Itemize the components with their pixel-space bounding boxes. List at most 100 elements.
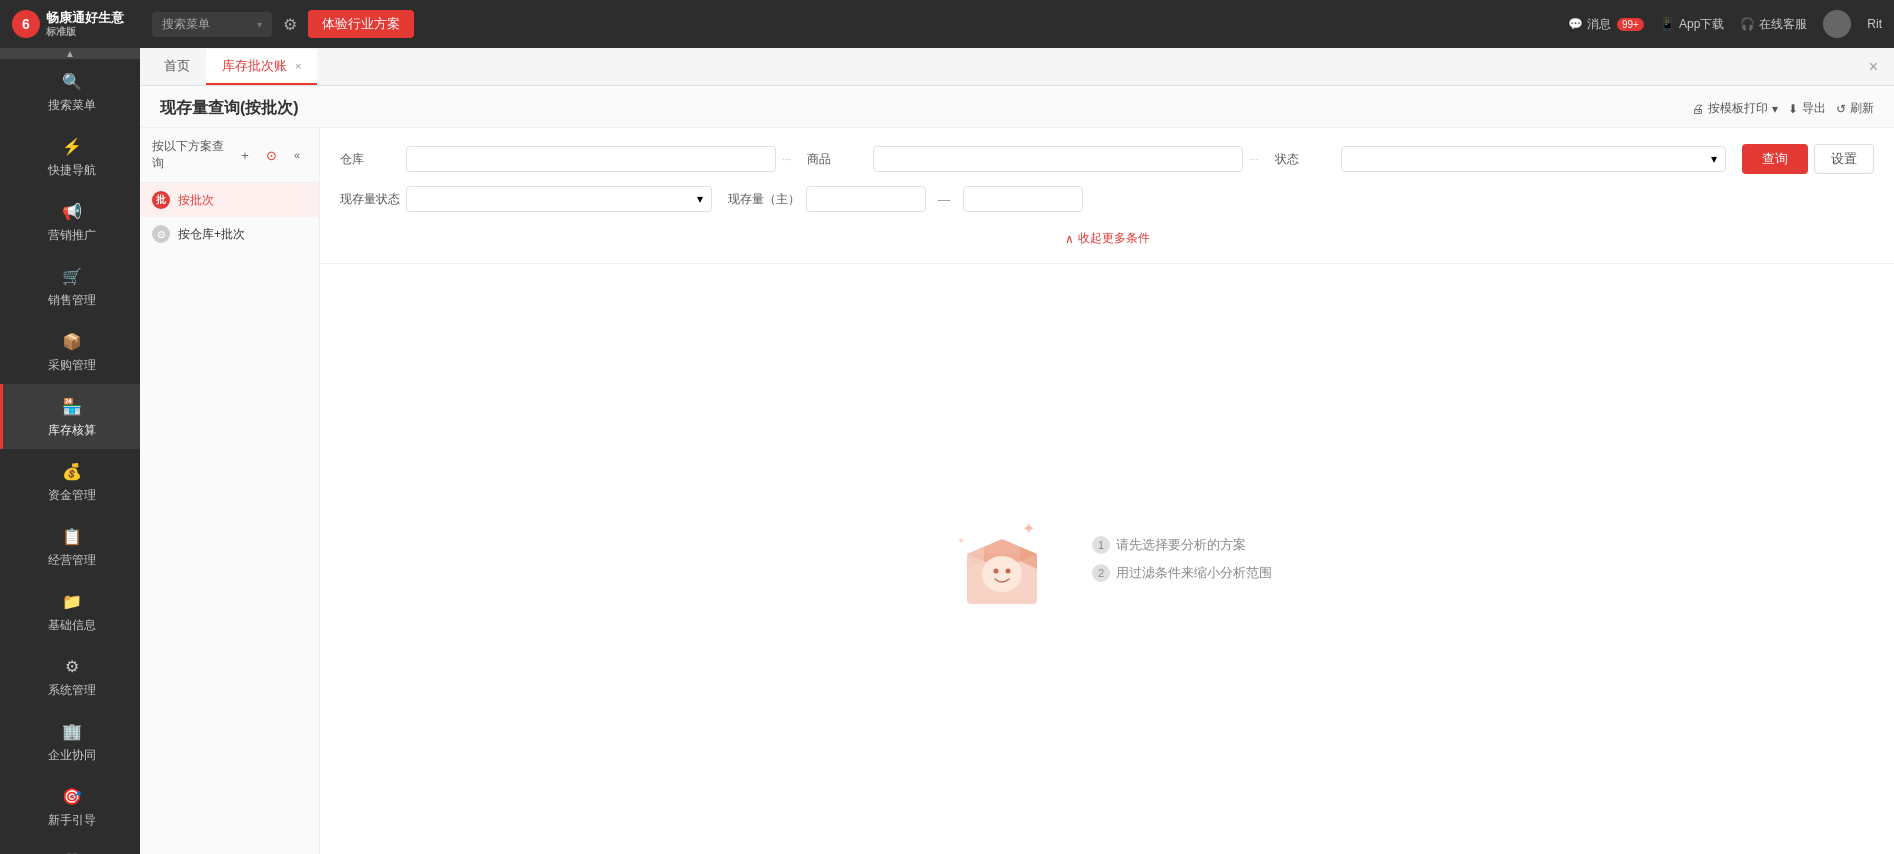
svg-point-5 (994, 569, 999, 574)
sidebar-label-basic: 基础信息 (48, 617, 96, 634)
sidebar-item-app-center[interactable]: 📱 应用中心 (0, 839, 140, 854)
step1-num: 1 (1092, 536, 1110, 554)
sidebar-label-system: 系统管理 (48, 682, 96, 699)
svg-point-4 (982, 556, 1022, 592)
sidebar-item-sales[interactable]: 🛒 销售管理 (0, 254, 140, 319)
user-avatar[interactable] (1823, 10, 1851, 38)
search-menu-box[interactable]: 搜索菜单 ▾ (152, 12, 272, 37)
sidebar-icon-sales: 🛒 (60, 264, 84, 288)
filter-row-2: 现存量状态 ▾ 现存量（主） — (340, 186, 1874, 212)
inventory-amount-label: 现存量（主） (728, 191, 800, 208)
tab-close-icon[interactable]: × (295, 60, 301, 72)
sidebar-icon-newbie: 🎯 (60, 784, 84, 808)
tab-inventory-batch-label: 库存批次账 (222, 57, 287, 75)
inventory-status-filter: 现存量状态 ▾ (340, 186, 712, 212)
content-area: 首页 库存批次账 × × 现存量查询(按批次) 🖨 按模板打印 ▾ (140, 48, 1894, 854)
empty-text: 1 请先选择要分析的方案 2 用过滤条件来缩小分析范围 (1092, 536, 1272, 582)
sidebar-label-newbie: 新手引导 (48, 812, 96, 829)
sidebar-icon-inventory: 🏪 (60, 394, 84, 418)
main-layout: ▲ 🔍 搜索菜单 ⚡ 快捷导航 📢 营销推广 🛒 销售管理 📦 采购管理 🏪 库… (0, 48, 1894, 854)
refresh-btn[interactable]: ↺ 刷新 (1836, 100, 1874, 117)
sidebar-label-purchase: 采购管理 (48, 357, 96, 374)
inventory-status-select[interactable]: ▾ (406, 186, 712, 212)
inventory-amount-to[interactable] (963, 186, 1083, 212)
sidebar-item-finance[interactable]: 💰 资金管理 (0, 449, 140, 514)
sidebar: ▲ 🔍 搜索菜单 ⚡ 快捷导航 📢 营销推广 🛒 销售管理 📦 采购管理 🏪 库… (0, 48, 140, 854)
sidebar-item-search[interactable]: 🔍 搜索菜单 (0, 59, 140, 124)
step1-text: 请先选择要分析的方案 (1116, 536, 1246, 554)
product-more-icon[interactable]: ··· (1249, 153, 1258, 165)
sidebar-label-enterprise: 企业协同 (48, 747, 96, 764)
right-panel: 仓库 ··· 商品 ··· 状态 (320, 128, 1894, 854)
sidebar-item-operations[interactable]: 📋 经营管理 (0, 514, 140, 579)
warehouse-label: 仓库 (340, 151, 400, 168)
warehouse-input[interactable] (406, 146, 776, 172)
print-icon: 🖨 (1692, 102, 1704, 116)
settings-icon-btn[interactable]: ⚙ (280, 14, 300, 34)
product-filter: 商品 ··· (807, 146, 1258, 172)
company-name: 畅康通好生意 (46, 10, 124, 26)
logo-icon: 6 (12, 10, 40, 38)
collapse-left-panel-btn[interactable]: « (287, 145, 307, 165)
inventory-amount-from[interactable] (806, 186, 926, 212)
inventory-amount-dash: — (932, 192, 957, 207)
tab-close-panel-icon[interactable]: × (1861, 58, 1886, 76)
sidebar-label-operations: 经营管理 (48, 552, 96, 569)
print-btn[interactable]: 🖨 按模板打印 ▾ (1692, 100, 1778, 117)
export-btn[interactable]: ⬇ 导出 (1788, 100, 1826, 117)
print-label: 按模板打印 (1708, 100, 1768, 117)
sidebar-item-system[interactable]: ⚙ 系统管理 (0, 644, 140, 709)
sidebar-scroll-up[interactable]: ▲ (0, 48, 140, 59)
message-btn[interactable]: 💬 消息 99+ (1568, 16, 1644, 33)
sidebar-icon-marketing: 📢 (60, 199, 84, 223)
empty-step1: 1 请先选择要分析的方案 (1092, 536, 1272, 554)
sidebar-item-inventory[interactable]: 🏪 库存核算 (0, 384, 140, 449)
filter-actions: 查询 设置 (1742, 144, 1874, 174)
plan-item-plan1[interactable]: 批 按批次 (140, 183, 319, 217)
sidebar-label-sales: 销售管理 (48, 292, 96, 309)
sidebar-item-basic[interactable]: 📁 基础信息 (0, 579, 140, 644)
app-logo: 6 畅康通好生意 标准版 (12, 10, 152, 38)
sidebar-item-newbie[interactable]: 🎯 新手引导 (0, 774, 140, 839)
status-select[interactable]: ▾ (1341, 146, 1726, 172)
experience-btn[interactable]: 体验行业方案 (308, 10, 414, 38)
sidebar-item-marketing[interactable]: 📢 营销推广 (0, 189, 140, 254)
sidebar-item-purchase[interactable]: 📦 采购管理 (0, 319, 140, 384)
filter-area: 仓库 ··· 商品 ··· 状态 (320, 128, 1894, 264)
plan-list: 批 按批次 ⊙ 按仓库+批次 (140, 183, 319, 251)
username-label: Rit (1867, 17, 1882, 31)
product-input[interactable] (873, 146, 1243, 172)
tab-inventory-batch[interactable]: 库存批次账 × (206, 49, 317, 85)
export-icon: ⬇ (1788, 102, 1798, 116)
tab-home[interactable]: 首页 (148, 49, 206, 85)
settings-btn[interactable]: 设置 (1814, 144, 1874, 174)
edition-label: 标准版 (46, 26, 124, 38)
sidebar-item-enterprise[interactable]: 🏢 企业协同 (0, 709, 140, 774)
left-panel-header: 按以下方案查询 + ⊙ « (140, 128, 319, 183)
svg-point-6 (1006, 569, 1011, 574)
left-panel-header-actions: + ⊙ « (235, 145, 307, 165)
inventory-amount-filter: 现存量（主） — (728, 186, 1100, 212)
add-plan-btn[interactable]: + (235, 145, 255, 165)
left-panel: 按以下方案查询 + ⊙ « 批 按批次 ⊙ 按仓库+批次 (140, 128, 320, 854)
plan-settings-btn[interactable]: ⊙ (261, 145, 281, 165)
svg-text:✦: ✦ (957, 535, 965, 546)
sidebar-label-inventory: 库存核算 (48, 422, 96, 439)
query-btn[interactable]: 查询 (1742, 144, 1808, 174)
status-filter: 状态 ▾ (1275, 146, 1726, 172)
refresh-icon: ↺ (1836, 102, 1846, 116)
sidebar-icon-basic: 📁 (60, 589, 84, 613)
message-label: 消息 (1587, 16, 1611, 33)
online-service-label: 在线客服 (1759, 16, 1807, 33)
app-download-btn[interactable]: 📱 App下载 (1660, 16, 1724, 33)
sidebar-item-quick-nav[interactable]: ⚡ 快捷导航 (0, 124, 140, 189)
online-service-btn[interactable]: 🎧 在线客服 (1740, 16, 1807, 33)
collapse-conditions-btn[interactable]: ∧ 收起更多条件 (340, 224, 1874, 247)
filter-row-1: 仓库 ··· 商品 ··· 状态 (340, 144, 1874, 174)
warehouse-more-icon[interactable]: ··· (782, 153, 791, 165)
left-panel-title: 按以下方案查询 (152, 138, 235, 172)
plan-item-plan2[interactable]: ⊙ 按仓库+批次 (140, 217, 319, 251)
plan-label-plan1: 按批次 (178, 192, 214, 209)
tabs-bar: 首页 库存批次账 × × (140, 48, 1894, 86)
empty-state: ✦ ✦ 1 请先选择要分析的方案 (320, 264, 1894, 854)
